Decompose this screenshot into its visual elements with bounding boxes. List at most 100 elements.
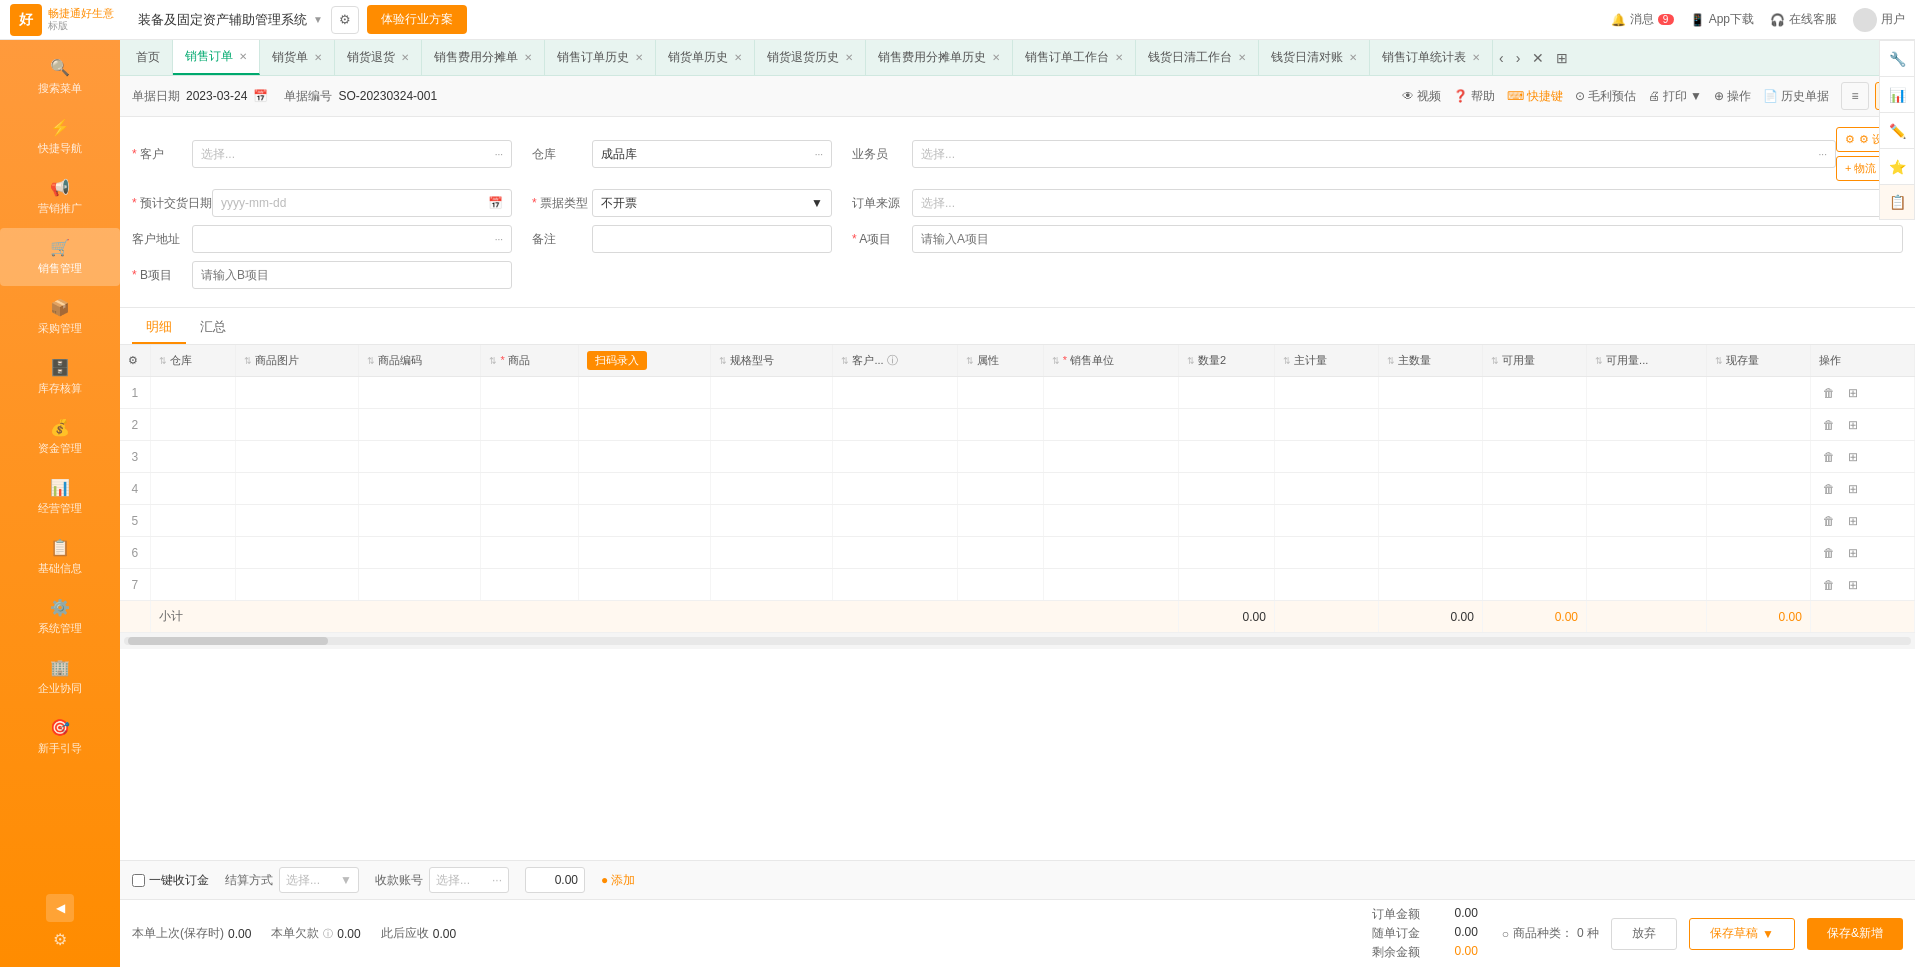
payment-method-select[interactable]: 选择... ▼ xyxy=(279,867,359,893)
tab-close-order-history[interactable]: ✕ xyxy=(635,52,643,63)
shortcut-btn[interactable]: ⌨ 快捷键 xyxy=(1507,88,1563,105)
tab-expense-split[interactable]: 销售费用分摊单 ✕ xyxy=(422,40,545,75)
rfloat-btn-1[interactable]: 🔧 xyxy=(1879,40,1915,76)
warehouse-input[interactable]: 成品库 ··· xyxy=(592,140,832,168)
tab-close-order-workbench[interactable]: ✕ xyxy=(1115,52,1123,63)
address-dots-btn[interactable]: ··· xyxy=(495,234,503,245)
tab-close-sales-order[interactable]: ✕ xyxy=(239,51,247,62)
tab-close-cash-workbench[interactable]: ✕ xyxy=(1238,52,1246,63)
tab-cash-workbench[interactable]: 钱货日清工作台 ✕ xyxy=(1136,40,1259,75)
one-click-checkbox-input[interactable] xyxy=(132,874,145,887)
tab-sales-stats[interactable]: 销售订单统计表 ✕ xyxy=(1370,40,1493,75)
list-view-btn[interactable]: ≡ xyxy=(1841,82,1869,110)
expected-date-input[interactable]: yyyy-mm-dd 📅 xyxy=(212,189,512,217)
tab-nav-more[interactable]: ✕ xyxy=(1526,50,1550,66)
app-download-btn[interactable]: 📱 App下载 xyxy=(1690,11,1754,28)
view-btn[interactable]: 👁 视频 xyxy=(1402,88,1441,105)
customer-address-input[interactable]: ··· xyxy=(192,225,512,253)
sidebar-item-quick[interactable]: ⚡ 快捷导航 xyxy=(0,108,120,166)
discard-btn[interactable]: 放弃 xyxy=(1611,918,1677,950)
row-3-delete-btn[interactable]: 🗑 xyxy=(1819,447,1839,467)
sidebar-item-search[interactable]: 🔍 搜索菜单 xyxy=(0,48,120,106)
calendar-icon[interactable]: 📅 xyxy=(253,89,268,103)
tab-return-history[interactable]: 销货单历史 ✕ xyxy=(656,40,755,75)
tab-nav-next[interactable]: › xyxy=(1510,50,1527,66)
sidebar-item-sales[interactable]: 🛒 销售管理 xyxy=(0,228,120,286)
tab-refund-history[interactable]: 销货退货历史 ✕ xyxy=(755,40,866,75)
tab-home[interactable]: 首页 xyxy=(124,40,173,75)
amount-input[interactable] xyxy=(525,867,585,893)
sidebar-item-operation[interactable]: 📊 经营管理 xyxy=(0,468,120,526)
operate-btn[interactable]: ⊕ 操作 xyxy=(1714,88,1751,105)
tab-sales-refund[interactable]: 销货退货 ✕ xyxy=(335,40,422,75)
row-2-delete-btn[interactable]: 🗑 xyxy=(1819,415,1839,435)
industry-btn[interactable]: 体验行业方案 xyxy=(367,5,467,34)
tab-close-return-history[interactable]: ✕ xyxy=(734,52,742,63)
sidebar-collapse-btn[interactable]: ◀ xyxy=(46,894,74,922)
sidebar-item-base[interactable]: 📋 基础信息 xyxy=(0,528,120,586)
tab-nav-prev[interactable]: ‹ xyxy=(1493,50,1510,66)
salesperson-input[interactable]: 选择... ··· xyxy=(912,140,1836,168)
rfloat-btn-5[interactable]: 📋 xyxy=(1879,184,1915,220)
salesperson-dots-btn[interactable]: ··· xyxy=(1819,149,1827,160)
online-service-btn[interactable]: 🎧 在线客服 xyxy=(1770,11,1837,28)
sidebar-item-inventory[interactable]: 🗄️ 库存核算 xyxy=(0,348,120,406)
order-source-select[interactable]: 选择... ▼ xyxy=(912,189,1903,217)
print-btn[interactable]: 🖨 打印 ▼ xyxy=(1648,88,1702,105)
sidebar-item-enterprise[interactable]: 🏢 企业协同 xyxy=(0,648,120,706)
sidebar-item-purchase[interactable]: 📦 采购管理 xyxy=(0,288,120,346)
scan-btn[interactable]: 扫码录入 xyxy=(587,351,647,370)
invoice-type-select[interactable]: 不开票 ▼ xyxy=(592,189,832,217)
row-3-copy-btn[interactable]: ⊞ xyxy=(1843,447,1863,467)
customer-input[interactable]: 选择... ··· xyxy=(192,140,512,168)
tab-detail[interactable]: 明细 xyxy=(132,312,186,344)
tab-reconcile[interactable]: 钱货日清对账 ✕ xyxy=(1259,40,1370,75)
sidebar-settings-btn[interactable]: ⚙ xyxy=(53,930,67,949)
tab-sales-return[interactable]: 销货单 ✕ xyxy=(260,40,335,75)
one-click-deposit-checkbox[interactable]: 一键收订金 xyxy=(132,872,209,889)
sidebar-item-newbie[interactable]: 🎯 新手引导 xyxy=(0,708,120,766)
row-1-delete-btn[interactable]: 🗑 xyxy=(1819,383,1839,403)
tab-expense-history[interactable]: 销售费用分摊单历史 ✕ xyxy=(866,40,1013,75)
tab-close-expense-split[interactable]: ✕ xyxy=(524,52,532,63)
row-2-copy-btn[interactable]: ⊞ xyxy=(1843,415,1863,435)
row-6-delete-btn[interactable]: 🗑 xyxy=(1819,543,1839,563)
account-no-select[interactable]: 选择... ··· xyxy=(429,867,509,893)
rfloat-btn-3[interactable]: ✏️ xyxy=(1879,112,1915,148)
remark-input[interactable] xyxy=(592,225,832,253)
sidebar-item-system[interactable]: ⚙️ 系统管理 xyxy=(0,588,120,646)
save-draft-btn[interactable]: 保存草稿 ▼ xyxy=(1689,918,1795,950)
row-5-delete-btn[interactable]: 🗑 xyxy=(1819,511,1839,531)
row-1-copy-btn[interactable]: ⊞ xyxy=(1843,383,1863,403)
row-4-delete-btn[interactable]: 🗑 xyxy=(1819,479,1839,499)
tab-sales-order[interactable]: 销售订单 ✕ xyxy=(173,40,260,75)
save-new-btn[interactable]: 保存&新增 xyxy=(1807,918,1903,950)
tab-close-sales-return[interactable]: ✕ xyxy=(314,52,322,63)
row-6-copy-btn[interactable]: ⊞ xyxy=(1843,543,1863,563)
history-btn[interactable]: 📄 历史单据 xyxy=(1763,88,1829,105)
help-btn[interactable]: ❓ 帮助 xyxy=(1453,88,1495,105)
sidebar-item-finance[interactable]: 💰 资金管理 xyxy=(0,408,120,466)
tab-close-reconcile[interactable]: ✕ xyxy=(1349,52,1357,63)
tab-summary[interactable]: 汇总 xyxy=(186,312,240,344)
sidebar-item-marketing[interactable]: 📢 营销推广 xyxy=(0,168,120,226)
profit-btn[interactable]: ⊙ 毛利预估 xyxy=(1575,88,1636,105)
tab-order-history[interactable]: 销售订单历史 ✕ xyxy=(545,40,656,75)
user-btn[interactable]: 用户 xyxy=(1853,8,1905,32)
row-7-copy-btn[interactable]: ⊞ xyxy=(1843,575,1863,595)
rfloat-btn-4[interactable]: ⭐ xyxy=(1879,148,1915,184)
tab-close-sales-stats[interactable]: ✕ xyxy=(1472,52,1480,63)
scroll-thumb[interactable] xyxy=(128,637,328,645)
row-7-delete-btn[interactable]: 🗑 xyxy=(1819,575,1839,595)
tab-close-refund-history[interactable]: ✕ xyxy=(845,52,853,63)
rfloat-btn-2[interactable]: 📊 xyxy=(1879,76,1915,112)
warehouse-dots-btn[interactable]: ··· xyxy=(815,149,823,160)
add-btn[interactable]: ● 添加 xyxy=(601,872,635,889)
customer-dots-btn[interactable]: ··· xyxy=(495,149,503,160)
tab-close-sales-refund[interactable]: ✕ xyxy=(401,52,409,63)
tab-order-workbench[interactable]: 销售订单工作台 ✕ xyxy=(1013,40,1136,75)
row-4-copy-btn[interactable]: ⊞ xyxy=(1843,479,1863,499)
tab-close-expense-history[interactable]: ✕ xyxy=(992,52,1000,63)
b-project-input[interactable] xyxy=(192,261,512,289)
a-project-input[interactable] xyxy=(912,225,1903,253)
